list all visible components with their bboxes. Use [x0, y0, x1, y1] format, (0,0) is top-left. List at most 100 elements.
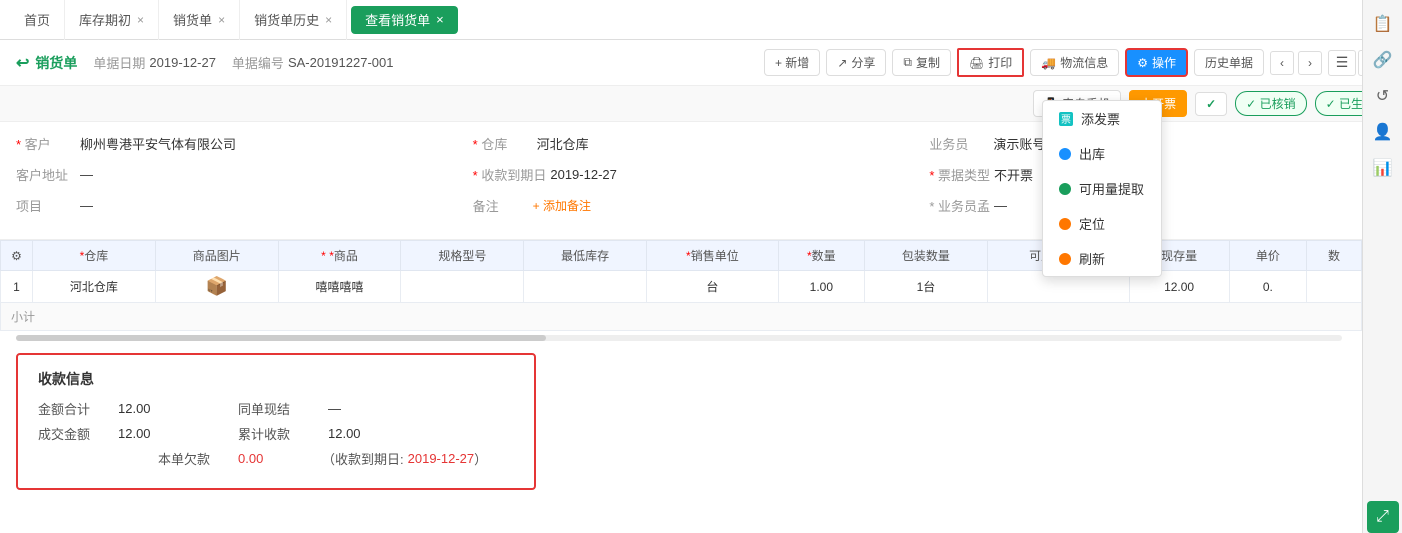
sidebar-clipboard-icon[interactable]: 📋: [1367, 8, 1399, 40]
project-value: —: [80, 198, 93, 213]
salesperson-label: 业务员: [929, 134, 989, 153]
refresh-icon: [1059, 253, 1071, 265]
toolbar2: 📱 来自手机 未开票 ✓ ✓ 已核销 ✓ 已生效: [0, 86, 1402, 122]
total-label: 金额合计: [38, 399, 118, 418]
locate-icon: [1059, 218, 1071, 230]
sidebar-refresh-icon[interactable]: ↺: [1367, 80, 1399, 112]
confirm-icon: ✓: [1206, 97, 1216, 111]
doc-number-label: 单据编号: [232, 53, 284, 72]
row-amount: [1307, 271, 1362, 303]
col-spec: 规格型号: [401, 241, 524, 271]
invoice-type-label: 票据类型: [929, 165, 990, 184]
col-qty: *数量: [778, 241, 864, 271]
this-order-owed-label: 本单欠款: [158, 449, 238, 468]
tab-sales-order[interactable]: 销货单 ×: [159, 0, 240, 40]
row-image: 📦: [155, 271, 278, 303]
this-order-owed-value: 0.00: [238, 451, 318, 466]
doc-header: ↩ 销货单 单据日期 2019-12-27 单据编号 SA-20191227-0…: [0, 40, 1402, 86]
tab-close-view-sales[interactable]: ×: [436, 12, 444, 27]
form-row-2: 客户地址 — 收款到期日 2019-12-27 票据类型 不开票: [16, 165, 1386, 184]
form-row-1: 客户 柳州粤港平安气体有限公司 仓库 河北仓库 业务员 演示账号: [16, 134, 1386, 153]
project-label: 项目: [16, 196, 76, 215]
invoice-type-value: 不开票: [994, 165, 1033, 184]
new-btn[interactable]: + 新增: [764, 49, 820, 76]
row-qty: 1.00: [778, 271, 864, 303]
warehouse-field: 仓库 河北仓库: [473, 134, 930, 153]
due-date-value: 2019-12-27: [408, 451, 475, 466]
deal-amount-value: 12.00: [118, 426, 198, 441]
dropdown-available-qty[interactable]: 可用量提取: [1043, 171, 1161, 206]
row-sales-unit: 台: [647, 271, 779, 303]
add-note-btn[interactable]: + 添加备注: [533, 197, 591, 214]
address-field: 客户地址 —: [16, 165, 473, 184]
doc-type-label: 销货单: [35, 53, 77, 73]
sidebar-link-icon[interactable]: 🔗: [1367, 44, 1399, 76]
row-unit-price: 0.: [1229, 271, 1306, 303]
dropdown-refresh[interactable]: 刷新: [1043, 241, 1161, 276]
copy-btn[interactable]: ⧉ 复制: [892, 49, 951, 76]
payment-title: 收款信息: [38, 369, 514, 389]
cumulative-label: 累计收款: [238, 424, 328, 443]
col-unit-price: 单价: [1229, 241, 1306, 271]
col-pack-qty: 包装数量: [865, 241, 988, 271]
print-btn[interactable]: 🖨 打印: [957, 48, 1024, 77]
add-invoice-icon: 票: [1059, 112, 1073, 126]
next-arrow[interactable]: ›: [1298, 51, 1322, 75]
customer-value: 柳州粤港平安气体有限公司: [80, 134, 236, 153]
customer-label: 客户: [16, 134, 76, 153]
form-area: 客户 柳州粤港平安气体有限公司 仓库 河北仓库 业务员 演示账号 客户地址 — …: [0, 122, 1402, 239]
prev-arrow[interactable]: ‹: [1270, 51, 1294, 75]
sidebar-chart-icon[interactable]: 📊: [1367, 152, 1399, 184]
salesperson-value: 演示账号: [993, 134, 1045, 153]
scrollbar[interactable]: [16, 335, 1342, 341]
payment-date-value: 2019-12-27: [550, 167, 617, 182]
tab-view-sales[interactable]: 查看销货单 ×: [351, 6, 458, 34]
dropdown-add-invoice[interactable]: 票 添发票: [1043, 101, 1161, 136]
col-gear: ⚙: [1, 241, 33, 271]
tab-close-inventory-init[interactable]: ×: [137, 13, 144, 27]
col-sales-unit: *销售单位: [647, 241, 779, 271]
note-label: 备注: [473, 196, 533, 215]
tab-home[interactable]: 首页: [10, 0, 65, 40]
list-view-btn[interactable]: ☰: [1328, 50, 1356, 76]
logistics-btn[interactable]: 🚚 物流信息: [1030, 49, 1119, 76]
sidebar-user-icon[interactable]: 👤: [1367, 116, 1399, 148]
share-icon: ↗: [837, 56, 847, 70]
dropdown-menu: 票 添发票 出库 可用量提取 定位 刷新: [1042, 100, 1162, 277]
address-value: —: [80, 167, 93, 182]
row-index: 1: [1, 271, 33, 303]
payment-row-2: 成交金额 12.00 累计收款 12.00: [38, 424, 514, 443]
payment-row-1: 金额合计 12.00 同单现结 —: [38, 399, 514, 418]
share-btn[interactable]: ↗ 分享: [826, 49, 886, 76]
doc-type-badge: ↩ 销货单: [16, 53, 77, 73]
col-min-stock: 最低库存: [524, 241, 647, 271]
form-row-3: 项目 — 备注 + 添加备注 * 业务员孟 —: [16, 196, 1386, 215]
tab-sales-history[interactable]: 销货单历史 ×: [240, 0, 347, 40]
tab-close-sales-history[interactable]: ×: [325, 13, 332, 27]
total-value: 12.00: [118, 401, 198, 416]
warehouse-value: 河北仓库: [537, 134, 589, 153]
doc-number-value: SA-20191227-001: [288, 55, 394, 70]
dropdown-locate[interactable]: 定位: [1043, 206, 1161, 241]
confirm-btn[interactable]: ✓: [1195, 92, 1227, 116]
salesperson2-value: —: [994, 198, 1007, 213]
row-spec: [401, 271, 524, 303]
available-qty-icon: [1059, 183, 1071, 195]
sidebar-expand-icon[interactable]: ⤢: [1367, 501, 1399, 533]
col-warehouse: *仓库: [33, 241, 156, 271]
ship-out-icon: [1059, 148, 1071, 160]
dropdown-ship-out[interactable]: 出库: [1043, 136, 1161, 171]
copy-icon: ⧉: [903, 55, 912, 70]
row-warehouse: 河北仓库: [33, 271, 156, 303]
operate-icon: ⚙: [1137, 56, 1148, 70]
tab-inventory-init[interactable]: 库存期初 ×: [65, 0, 159, 40]
doc-meta: 单据日期 2019-12-27 单据编号 SA-20191227-001: [93, 53, 393, 72]
note-field: 备注 + 添加备注: [473, 196, 930, 215]
history-btn[interactable]: 历史单据: [1194, 49, 1264, 76]
row-product: 嘻嘻嘻嘻: [278, 271, 401, 303]
col-image: 商品图片: [155, 241, 278, 271]
tab-close-sales-order[interactable]: ×: [218, 13, 225, 27]
same-order-label: 同单现结: [238, 399, 328, 418]
payment-row-3: 本单欠款 0.00 （收款到期日: 2019-12-27 ）: [38, 449, 514, 468]
operate-btn[interactable]: ⚙ 操作: [1125, 48, 1188, 77]
